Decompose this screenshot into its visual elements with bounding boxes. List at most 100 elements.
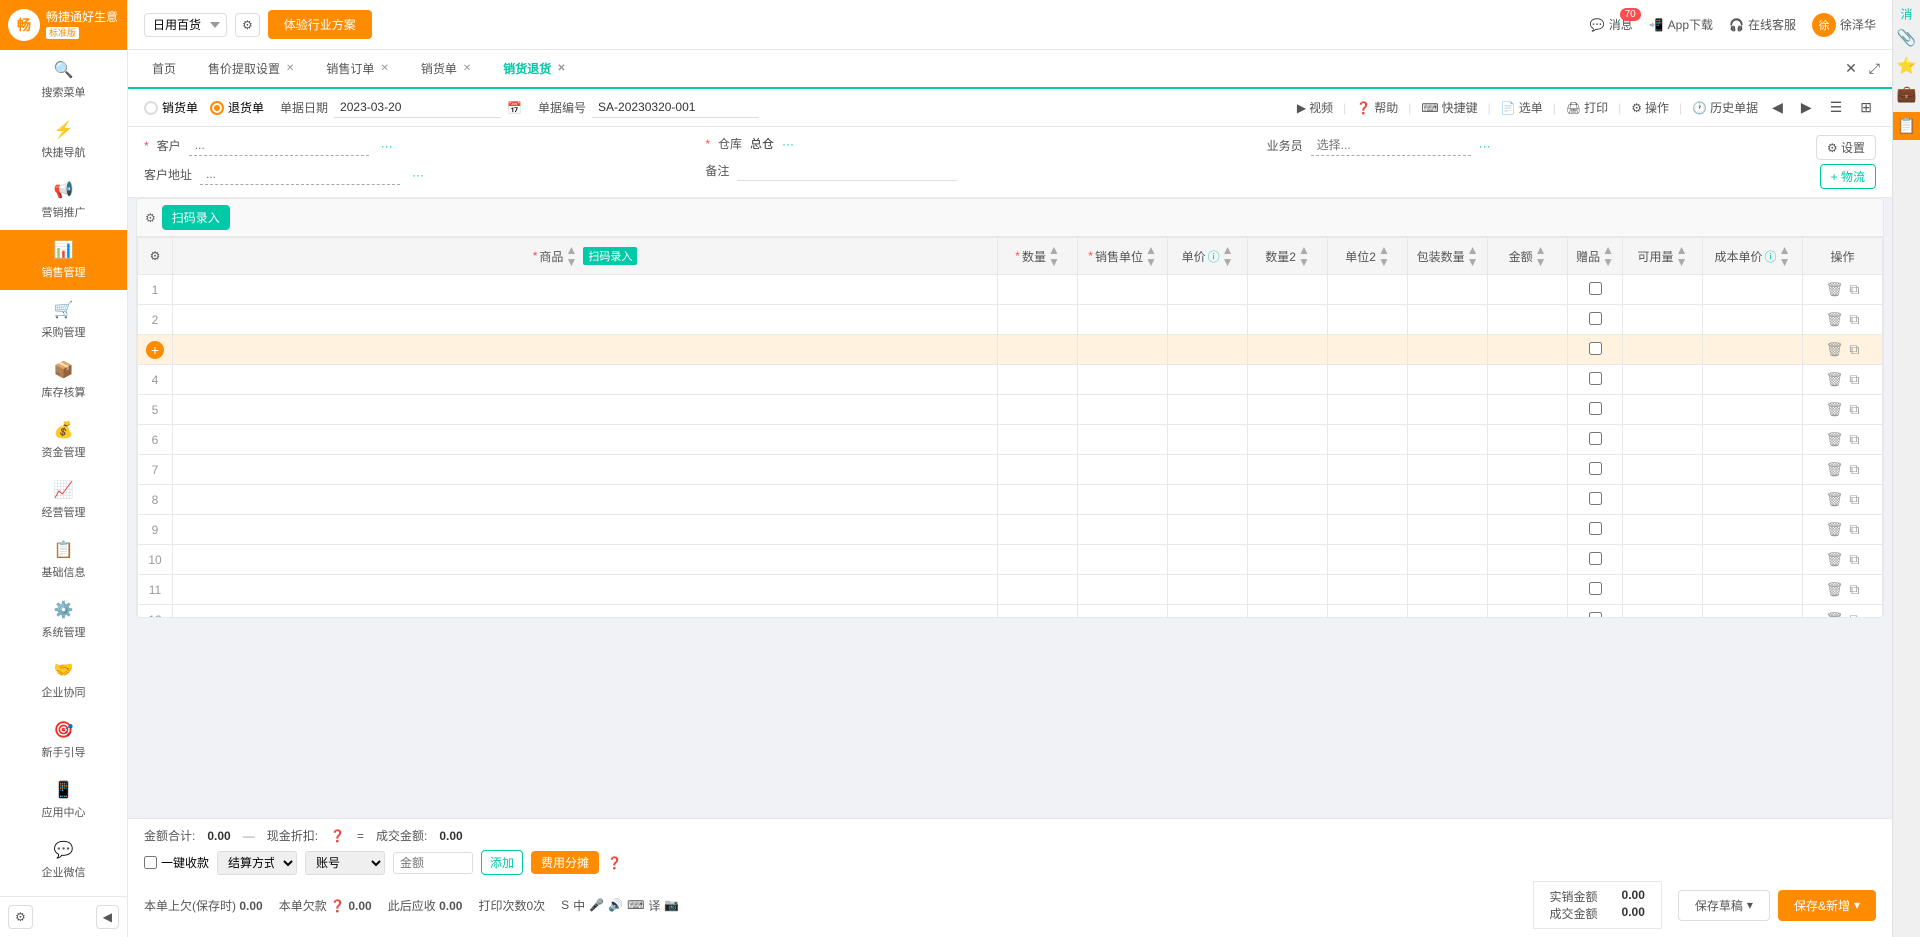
grid-view-btn[interactable]: ⊞ (1856, 95, 1876, 120)
toolbar-print-btn[interactable]: 🖨 打印 (1566, 99, 1608, 116)
scan-label[interactable]: 扫码录入 (583, 247, 637, 265)
cell-pack-qty[interactable] (1408, 575, 1488, 605)
tab-close-sales-delivery[interactable]: ✕ (463, 63, 471, 74)
cell-cost-price[interactable] (1703, 545, 1803, 575)
cell-qty2[interactable] (1248, 335, 1328, 365)
cell-qty2[interactable] (1248, 425, 1328, 455)
cell-available[interactable] (1623, 575, 1703, 605)
bill-date-input[interactable] (334, 97, 501, 118)
copy-icon[interactable]: ⧉ (1849, 311, 1859, 328)
cell-amount[interactable] (1488, 605, 1568, 618)
list-view-btn[interactable]: ☰ (1826, 95, 1847, 120)
tab-home[interactable]: 首页 (136, 50, 192, 89)
cell-available[interactable] (1623, 395, 1703, 425)
delete-icon[interactable]: 🗑 (1826, 311, 1844, 328)
cell-amount[interactable] (1488, 305, 1568, 335)
delete-icon[interactable]: 🗑 (1826, 371, 1844, 388)
cell-unit2[interactable] (1328, 425, 1408, 455)
rail-icon-4[interactable]: 💼 (1897, 84, 1917, 104)
delete-icon[interactable]: 🗑 (1826, 521, 1844, 538)
toolbar-select-btn[interactable]: 📄 选单 (1501, 99, 1543, 116)
cell-price[interactable] (1168, 545, 1248, 575)
tab-sales-return[interactable]: 销货退货 ✕ (487, 50, 581, 89)
cell-amount[interactable] (1488, 575, 1568, 605)
delete-icon[interactable]: 🗑 (1826, 581, 1844, 598)
copy-icon[interactable]: ⧉ (1849, 551, 1859, 568)
cell-qty2[interactable] (1248, 515, 1328, 545)
cell-qty[interactable] (998, 545, 1078, 575)
copy-icon[interactable]: ⧉ (1849, 431, 1859, 448)
gift-checkbox[interactable] (1589, 462, 1602, 475)
cell-qty2[interactable] (1248, 365, 1328, 395)
account-select[interactable]: 账号 (305, 851, 385, 875)
cell-cost-price[interactable] (1703, 485, 1803, 515)
copy-icon[interactable]: ⧉ (1849, 401, 1859, 418)
th-gear[interactable]: ⚙ (138, 238, 173, 275)
industry-select[interactable]: 日用百货 (144, 13, 227, 37)
cell-unit[interactable] (1078, 575, 1168, 605)
cell-product[interactable] (173, 545, 998, 575)
sidebar-item-wechat[interactable]: 💬 企业微信 (0, 830, 127, 890)
cell-cost-price[interactable] (1703, 455, 1803, 485)
sidebar-item-appstore[interactable]: 📱 应用中心 (0, 770, 127, 830)
tab-sales-order[interactable]: 销售订单 ✕ (310, 50, 404, 89)
cell-unit2[interactable] (1328, 575, 1408, 605)
cell-unit[interactable] (1078, 515, 1168, 545)
cell-qty[interactable] (998, 395, 1078, 425)
cell-unit[interactable] (1078, 365, 1168, 395)
sidebar-item-search[interactable]: 🔍 搜索菜单 (0, 50, 127, 110)
address-more-btn[interactable]: ··· (412, 168, 424, 182)
cell-unit[interactable] (1078, 545, 1168, 575)
sidebar-item-marketing[interactable]: 📢 营销推广 (0, 170, 127, 230)
cell-qty2[interactable] (1248, 305, 1328, 335)
cell-qty[interactable] (998, 455, 1078, 485)
delete-icon[interactable]: 🗑 (1826, 431, 1844, 448)
cell-qty[interactable] (998, 575, 1078, 605)
copy-icon[interactable]: ⧉ (1849, 371, 1859, 388)
note-input[interactable] (737, 160, 957, 181)
cell-gift[interactable] (1568, 395, 1623, 425)
cell-pack-qty[interactable] (1408, 515, 1488, 545)
cell-product[interactable] (173, 395, 998, 425)
gift-checkbox[interactable] (1589, 402, 1602, 415)
cell-available[interactable] (1623, 275, 1703, 305)
radio-return[interactable]: 退货单 (210, 99, 264, 116)
cell-unit[interactable] (1078, 425, 1168, 455)
close-all-tabs-btn[interactable]: ✕ (1841, 56, 1861, 81)
cell-pack-qty[interactable] (1408, 365, 1488, 395)
gift-checkbox[interactable] (1589, 282, 1602, 295)
price-info-icon[interactable]: ⓘ (1208, 248, 1220, 265)
cell-price[interactable] (1168, 575, 1248, 605)
cell-unit[interactable] (1078, 335, 1168, 365)
cell-unit2[interactable] (1328, 455, 1408, 485)
tab-close-price-settings[interactable]: ✕ (286, 63, 294, 74)
cell-product[interactable] (173, 365, 998, 395)
gift-checkbox[interactable] (1589, 432, 1602, 445)
save-draft-btn[interactable]: 保存草稿 ▾ (1678, 890, 1770, 921)
cell-qty2[interactable] (1248, 545, 1328, 575)
cell-unit[interactable] (1078, 485, 1168, 515)
delete-icon[interactable]: 🗑 (1826, 461, 1844, 478)
cell-qty[interactable] (998, 305, 1078, 335)
cell-qty2[interactable] (1248, 575, 1328, 605)
copy-icon[interactable]: ⧉ (1849, 581, 1859, 598)
gift-checkbox[interactable] (1589, 492, 1602, 505)
cell-available[interactable] (1623, 305, 1703, 335)
cell-unit[interactable] (1078, 395, 1168, 425)
copy-icon[interactable]: ⧉ (1849, 491, 1859, 508)
cell-pack-qty[interactable] (1408, 335, 1488, 365)
cell-unit2[interactable] (1328, 605, 1408, 618)
scan-btn[interactable]: 扫码录入 (162, 205, 230, 230)
amount-input[interactable] (393, 852, 473, 874)
cell-cost-price[interactable] (1703, 305, 1803, 335)
gift-checkbox[interactable] (1589, 612, 1602, 618)
staff-input[interactable] (1311, 135, 1471, 156)
tab-price-settings[interactable]: 售价提取设置 ✕ (192, 50, 310, 89)
cell-unit2[interactable] (1328, 335, 1408, 365)
cell-unit2[interactable] (1328, 275, 1408, 305)
toolbar-shortcut-btn[interactable]: ⌨ 快捷键 (1421, 99, 1477, 116)
online-service-btn[interactable]: 🎧 在线客服 (1729, 16, 1796, 33)
cell-cost-price[interactable] (1703, 395, 1803, 425)
cell-unit[interactable] (1078, 275, 1168, 305)
cell-qty[interactable] (998, 425, 1078, 455)
